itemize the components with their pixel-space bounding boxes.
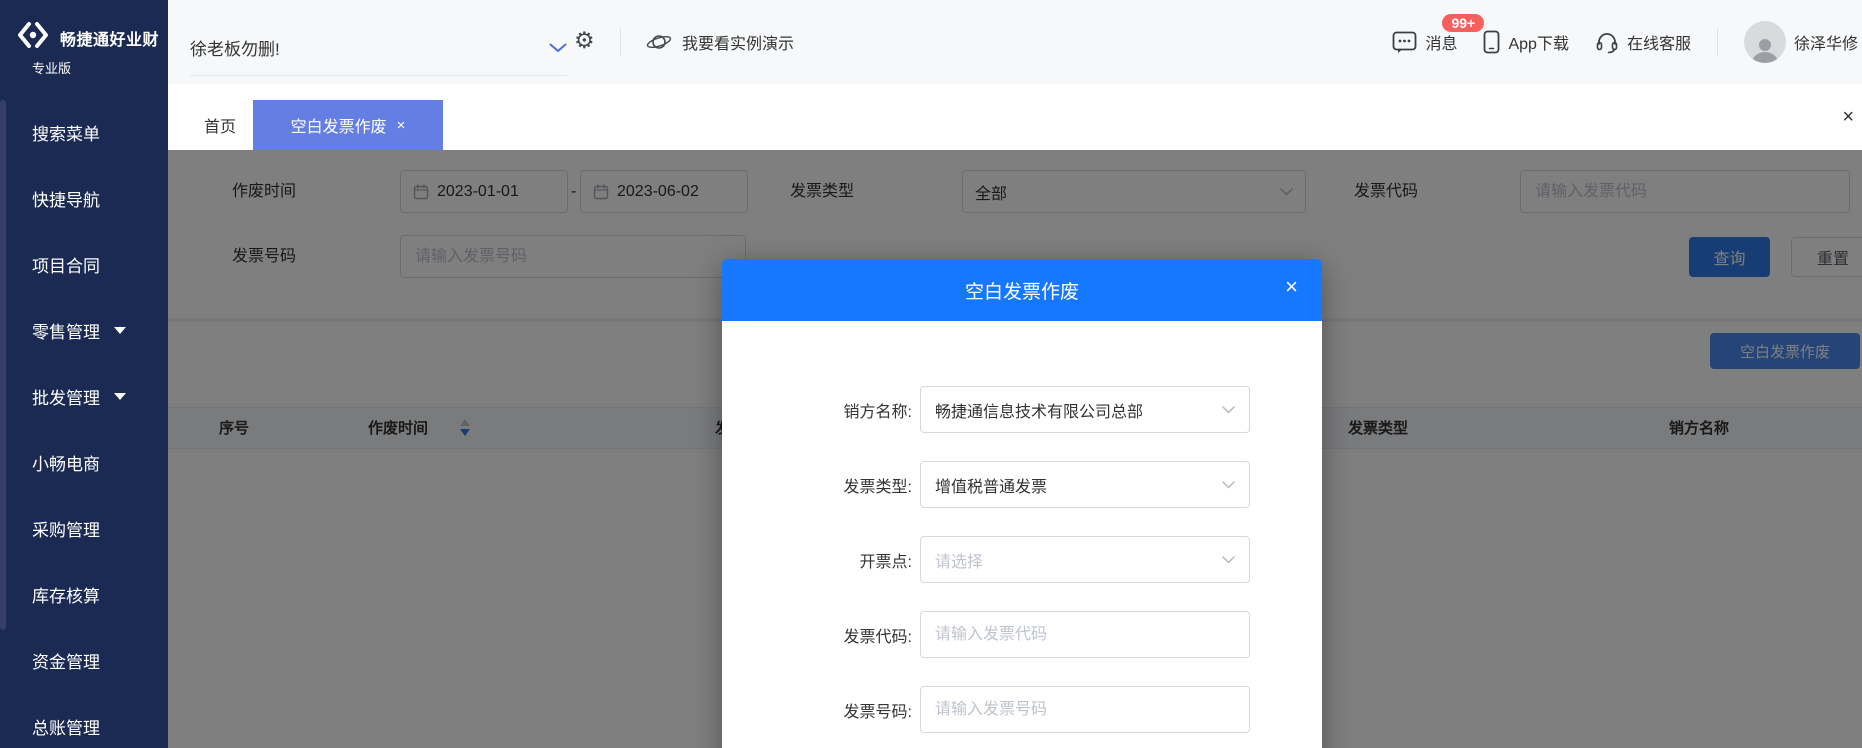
tab-blank-invoice-void[interactable]: 空白发票作废 × (253, 100, 443, 150)
message-bubble-icon (1392, 31, 1417, 54)
sidebar-item-wholesale-mgmt[interactable]: 批发管理 (0, 363, 168, 429)
user-menu[interactable]: 徐泽华修 (1743, 21, 1858, 63)
tab-bar: 首页 空白发票作废 × × (168, 84, 1862, 150)
app-download-button[interactable]: App下载 (1483, 30, 1569, 54)
headset-icon (1595, 30, 1619, 54)
messages-button[interactable]: 消息 99+ (1392, 14, 1485, 54)
demo-link[interactable]: 我要看实例演示 (646, 0, 794, 84)
sidebar-item-quick-nav[interactable]: 快捷导航 (0, 165, 168, 231)
chevron-down-icon (1222, 480, 1235, 489)
sidebar-item-general-ledger[interactable]: 总账管理 (0, 693, 168, 748)
user-name: 徐泽华修 (1793, 36, 1858, 53)
sidebar-item-retail-mgmt[interactable]: 零售管理 (0, 297, 168, 363)
online-service-button[interactable]: 在线客服 (1595, 30, 1691, 54)
sidebar-menu: 搜索菜单 快捷导航 项目合同 零售管理 批发管理 小畅电商 采购管理 库存核算 … (0, 99, 168, 748)
messages-badge: 99+ (1442, 14, 1485, 32)
account-name: 徐老板勿删! (190, 40, 280, 59)
sidebar-item-xiaochang-ecommerce[interactable]: 小畅电商 (0, 429, 168, 495)
billing-point-label: 开票点: (859, 553, 912, 571)
sidebar-item-search-menu[interactable]: 搜索菜单 (0, 99, 168, 165)
topbar: 徐老板勿删! ⚙ 我要看实例演示 消息 99+ App下载 在线客服 徐泽华修 (168, 0, 1862, 84)
invoice-code-input[interactable] (920, 611, 1250, 658)
brand-edition: 专业版 (32, 61, 72, 76)
sidebar-item-funds-mgmt[interactable]: 资金管理 (0, 627, 168, 693)
gear-icon[interactable]: ⚙ (574, 30, 595, 53)
chevron-down-icon (549, 43, 567, 53)
close-icon[interactable]: × (1285, 276, 1298, 298)
brand-block: 畅捷通好业财 专业版 (0, 0, 168, 84)
sidebar-item-inventory-accounting[interactable]: 库存核算 (0, 561, 168, 627)
sidebar-item-purchase-mgmt[interactable]: 采购管理 (0, 495, 168, 561)
invoice-number-label: 发票号码: (843, 703, 912, 721)
topbar-right: 消息 99+ App下载 在线客服 徐泽华修 (1366, 0, 1858, 84)
phone-icon (1483, 30, 1500, 54)
chevron-down-icon (1222, 555, 1235, 564)
invoice-type-label: 发票类型: (843, 478, 912, 496)
tab-home[interactable]: 首页 (190, 100, 250, 150)
account-switcher[interactable]: 徐老板勿删! (190, 20, 567, 76)
sidebar-item-project-contract[interactable]: 项目合同 (0, 231, 168, 297)
billing-point-select[interactable]: 请选择 (920, 536, 1250, 583)
divider (1716, 28, 1718, 56)
tab-close-icon[interactable]: × (397, 117, 406, 134)
seller-name-label: 销方名称: (843, 403, 912, 421)
dialog-body: 销方名称: 畅捷通信息技术有限公司总部 发票类型: 增值税普通发票 开票点: 请… (722, 321, 1322, 748)
blank-invoice-void-dialog: 空白发票作废 × 销方名称: 畅捷通信息技术有限公司总部 发票类型: 增值税普通… (722, 259, 1322, 748)
caret-down-icon (114, 326, 126, 334)
dialog-header: 空白发票作废 × (722, 259, 1322, 321)
invoice-code-label: 发票代码: (843, 628, 912, 646)
chevron-down-icon (1222, 405, 1235, 414)
app-window: 畅捷通好业财 专业版 搜索菜单 快捷导航 项目合同 零售管理 批发管理 小畅电商… (0, 0, 1862, 748)
avatar (1743, 21, 1786, 63)
invoice-number-input[interactable] (920, 686, 1250, 733)
sidebar: 畅捷通好业财 专业版 搜索菜单 快捷导航 项目合同 零售管理 批发管理 小畅电商… (0, 0, 168, 748)
dialog-title: 空白发票作废 (964, 281, 1079, 303)
seller-name-select[interactable]: 畅捷通信息技术有限公司总部 (920, 386, 1250, 433)
close-all-tabs-icon[interactable]: × (1842, 106, 1854, 129)
planet-icon (646, 31, 672, 53)
divider (620, 28, 621, 56)
brand-name: 畅捷通好业财 (60, 32, 160, 49)
caret-down-icon (114, 392, 126, 400)
invoice-type-select[interactable]: 增值税普通发票 (920, 461, 1250, 508)
brand-logo-icon (14, 16, 52, 54)
